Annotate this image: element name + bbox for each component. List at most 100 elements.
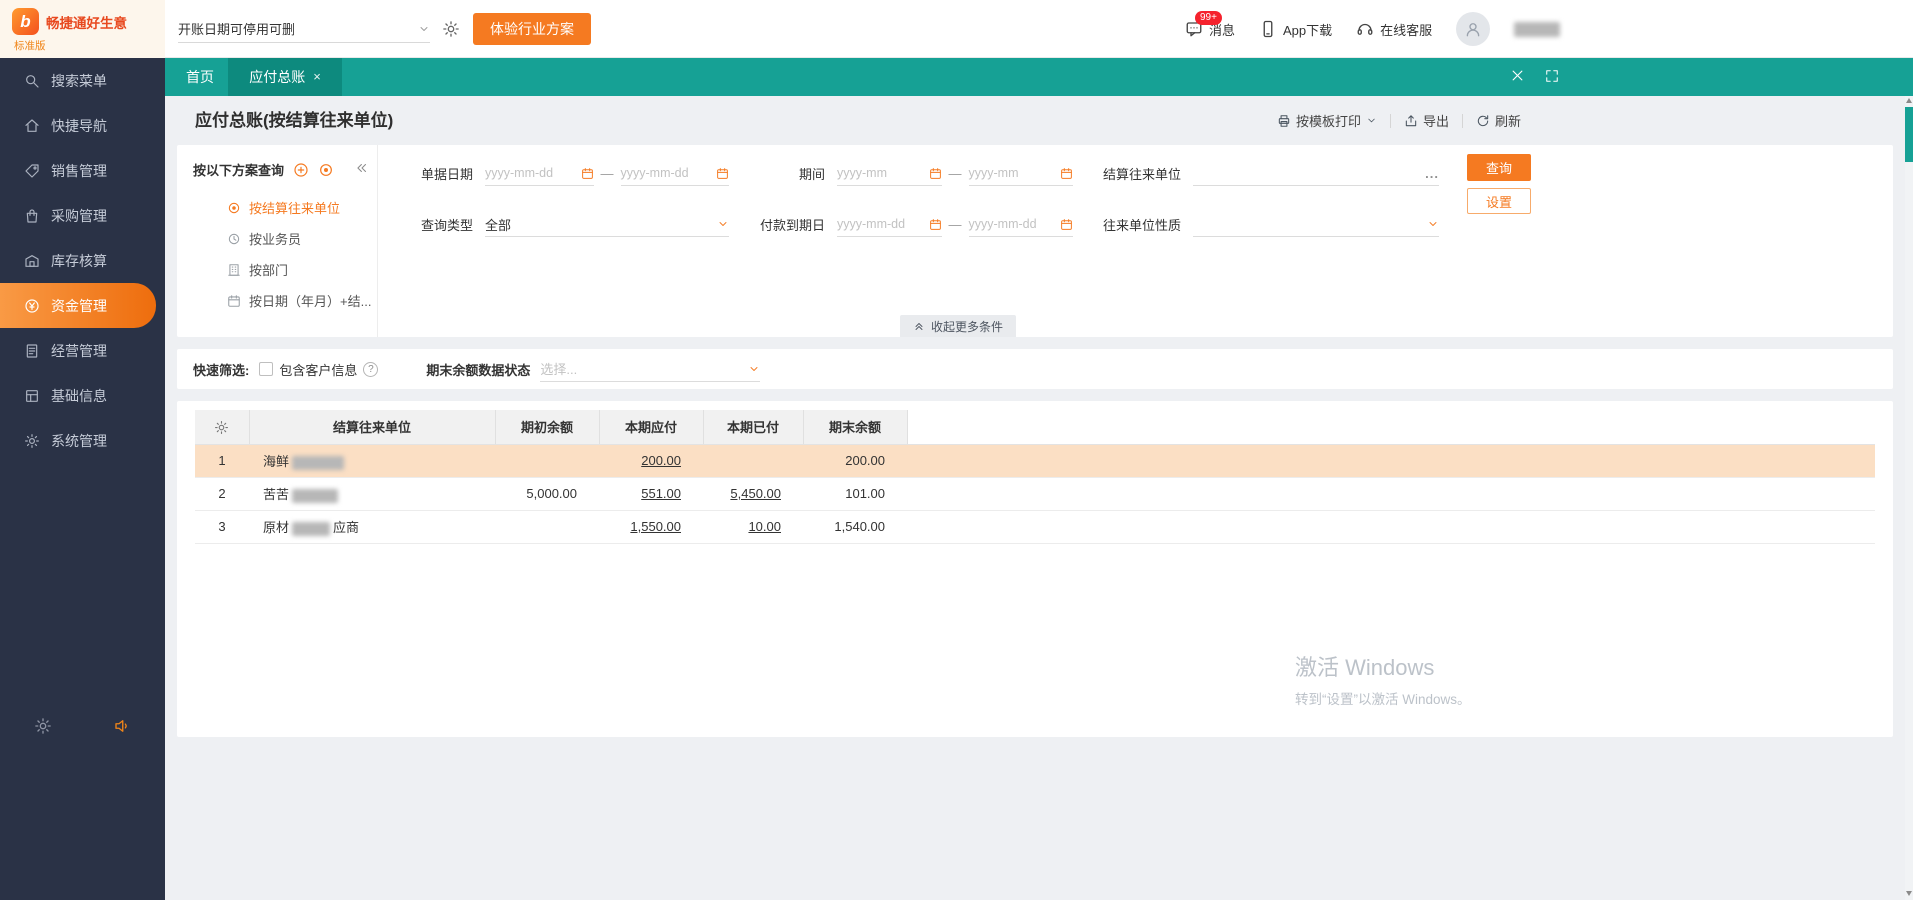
calendar-icon[interactable] [1060, 167, 1073, 180]
settings-gear-icon[interactable] [442, 20, 460, 38]
tab-accounts-payable[interactable]: 应付总账 × [228, 58, 342, 96]
sidebar-item-base-info[interactable]: 基础信息 [0, 373, 165, 418]
table-gear-icon[interactable] [214, 420, 229, 435]
settings-button[interactable]: 设置 [1467, 188, 1531, 214]
partner-input[interactable]: ... [1193, 161, 1439, 186]
sidebar-item-search-menu[interactable]: 搜索菜单 [0, 58, 165, 103]
close-icon[interactable] [1510, 68, 1525, 83]
messages-button[interactable]: 99+ 消息 [1185, 10, 1235, 39]
tab-home[interactable]: 首页 [172, 58, 228, 96]
calendar-icon[interactable] [581, 167, 594, 180]
trial-plan-button[interactable]: 体验行业方案 [473, 13, 591, 45]
help-icon[interactable]: ? [363, 361, 379, 377]
search-button[interactable]: 查询 [1467, 154, 1531, 181]
filter-panel: 按以下方案查询 按结算往来单位 按业务员 按部门 按日期（年月）+结... 单据… [177, 145, 1893, 337]
sidebar-item-label: 基础信息 [51, 387, 107, 404]
chevron-down-icon [418, 23, 430, 35]
scheme-by-partner[interactable]: 按结算往来单位 [193, 192, 377, 223]
closing-balance-cell: 101.00 [803, 477, 907, 511]
period-start-input[interactable]: yyyy-mm [837, 161, 942, 186]
filler-cell [907, 477, 1875, 511]
paid-cell [703, 444, 803, 478]
collapse-more-conditions[interactable]: 收起更多条件 [900, 315, 1017, 337]
scheme-label: 按日期（年月）+结... [249, 294, 372, 309]
payable-amount-link[interactable]: 551.00 [641, 486, 681, 501]
partner-name-cell: 海鲜 [249, 444, 495, 478]
export-button[interactable]: 导出 [1404, 111, 1449, 130]
collapse-panel-icon[interactable] [355, 161, 369, 175]
column-header-payable: 本期应付 [599, 410, 704, 445]
closing-balance-cell: 200.00 [803, 444, 907, 478]
sidebar-item-operations[interactable]: 经营管理 [0, 328, 165, 373]
watermark-title: 激活 Windows [1295, 655, 1435, 680]
building-icon [227, 263, 241, 277]
scroll-up-arrow[interactable] [1906, 98, 1912, 103]
account-period-value: 开账日期可停用可删 [178, 22, 296, 37]
due-date-end-input[interactable]: yyyy-mm-dd [968, 212, 1073, 237]
sidebar-item-system[interactable]: 系统管理 [0, 418, 165, 463]
calendar-icon[interactable] [716, 167, 729, 180]
online-service-button[interactable]: 在线客服 [1356, 20, 1432, 39]
vertical-scrollbar[interactable] [1905, 96, 1913, 900]
table-row[interactable]: 1 海鲜 200.00 200.00 [195, 444, 1875, 478]
doc-date-end-input[interactable]: yyyy-mm-dd [620, 161, 729, 186]
app-download-button[interactable]: App下载 [1259, 20, 1332, 39]
scheme-by-date[interactable]: 按日期（年月）+结... [193, 285, 377, 316]
fullscreen-icon[interactable] [1545, 69, 1559, 83]
volume-icon[interactable] [113, 717, 131, 735]
scheme-by-department[interactable]: 按部门 [193, 254, 377, 285]
calendar-icon[interactable] [1060, 218, 1073, 231]
filter-form: 单据日期 yyyy-mm-dd — yyyy-mm-dd 期间 yyyy-mm [403, 161, 1439, 237]
placeholder: yyyy-mm-dd [485, 166, 554, 180]
partner-type-label: 往来单位性质 [1102, 218, 1181, 233]
placeholder: yyyy-mm-dd [620, 166, 689, 180]
payable-amount-link[interactable]: 1,550.00 [630, 519, 681, 534]
grid-icon [24, 388, 40, 404]
balance-status-select[interactable]: 选择... [540, 357, 761, 382]
paid-amount-link[interactable]: 5,450.00 [730, 486, 781, 501]
headset-icon [1356, 20, 1374, 38]
more-ellipsis-button[interactable]: ... [1425, 166, 1439, 181]
partner-name-cell: 原材 应商 [249, 510, 495, 544]
calendar-icon[interactable] [929, 218, 942, 231]
period-label: 期间 [798, 167, 825, 182]
partner-type-select[interactable] [1193, 212, 1439, 237]
opening-balance-cell [495, 444, 599, 478]
home-icon [24, 118, 40, 134]
column-header-filler [907, 410, 1875, 445]
paid-cell: 10.00 [703, 510, 803, 544]
search-icon [24, 73, 40, 89]
sidebar-item-inventory[interactable]: 库存核算 [0, 238, 165, 283]
include-customer-checkbox[interactable] [259, 362, 274, 376]
doc-date-start-input[interactable]: yyyy-mm-dd [485, 161, 594, 186]
table-row[interactable]: 3 原材 应商 1,550.00 10.00 1,540.00 [195, 510, 1875, 544]
sidebar-item-purchase[interactable]: 采购管理 [0, 193, 165, 238]
app-download-label: App下载 [1283, 22, 1333, 38]
row-index: 2 [195, 477, 249, 511]
period-end-input[interactable]: yyyy-mm [968, 161, 1073, 186]
footer-gear-icon[interactable] [34, 717, 52, 735]
online-service-label: 在线客服 [1380, 22, 1433, 38]
calendar-icon[interactable] [929, 167, 942, 180]
scroll-down-arrow[interactable] [1906, 891, 1912, 896]
placeholder: yyyy-mm [837, 166, 887, 180]
tab-close-icon[interactable]: × [313, 58, 321, 96]
payable-amount-link[interactable]: 200.00 [641, 453, 681, 468]
paid-amount-link[interactable]: 10.00 [748, 519, 781, 534]
sidebar-item-quick-nav[interactable]: 快捷导航 [0, 103, 165, 148]
table-row[interactable]: 2 苦苦 5,000.00 551.00 5,450.00 101.00 [195, 477, 1875, 511]
document-icon [24, 343, 40, 359]
add-scheme-icon[interactable] [293, 162, 309, 178]
query-type-select[interactable]: 全部 [485, 212, 729, 237]
account-period-select[interactable]: 开账日期可停用可删 [178, 15, 430, 43]
target-icon[interactable] [318, 162, 334, 178]
sidebar-item-sales[interactable]: 销售管理 [0, 148, 165, 193]
print-by-template-button[interactable]: 按模板打印 [1277, 111, 1377, 130]
sidebar-item-funds[interactable]: 资金管理 [0, 283, 156, 328]
due-date-start-input[interactable]: yyyy-mm-dd [837, 212, 942, 237]
scrollbar-thumb[interactable] [1905, 107, 1913, 162]
scheme-by-salesperson[interactable]: 按业务员 [193, 223, 377, 254]
user-avatar[interactable] [1456, 12, 1491, 46]
export-icon [1404, 114, 1418, 128]
refresh-button[interactable]: 刷新 [1476, 111, 1521, 130]
